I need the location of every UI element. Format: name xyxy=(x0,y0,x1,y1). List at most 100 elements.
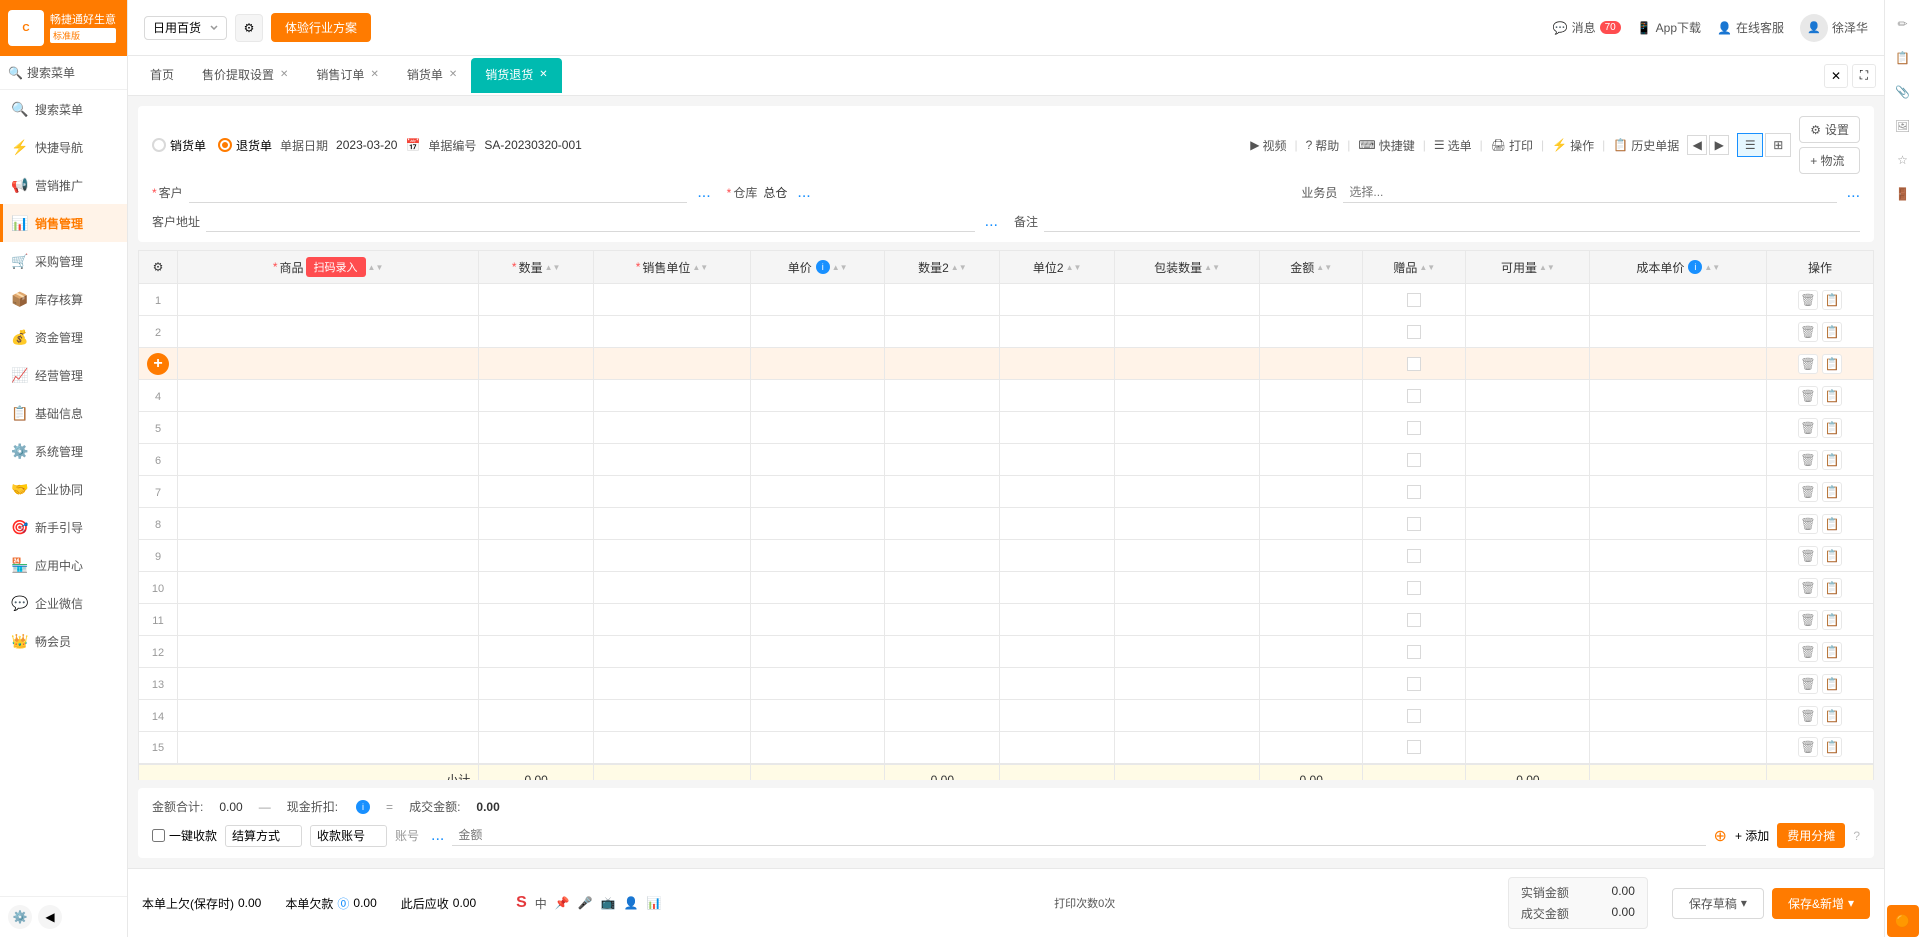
sidebar-item-wechat[interactable]: 💬企业微信 xyxy=(0,584,127,622)
row-qty-10[interactable] xyxy=(479,572,594,604)
row-qty-8[interactable] xyxy=(479,508,594,540)
row-pack-12[interactable] xyxy=(1115,636,1260,668)
delete-row-btn-6[interactable]: 🗑 xyxy=(1798,450,1818,470)
delete-row-btn-12[interactable]: 🗑 xyxy=(1798,642,1818,662)
row-unit2-8[interactable] xyxy=(1000,508,1115,540)
row-gift-12[interactable] xyxy=(1363,636,1466,668)
row-qty2-2[interactable] xyxy=(885,316,1000,348)
radio-delivery[interactable]: 销货单 xyxy=(152,137,206,154)
copy-row-btn-4[interactable]: 📋 xyxy=(1822,386,1842,406)
bottom-tool-zh[interactable]: 中 xyxy=(535,895,547,912)
row-cost-7[interactable] xyxy=(1590,476,1767,508)
row-pack-13[interactable] xyxy=(1115,668,1260,700)
row-unit-10[interactable] xyxy=(594,572,751,604)
row-gift-15[interactable] xyxy=(1363,732,1466,764)
row-qty2-3[interactable] xyxy=(885,348,1000,380)
amount-input[interactable] xyxy=(452,825,1705,846)
row-pack-7[interactable] xyxy=(1115,476,1260,508)
row-amount-11[interactable] xyxy=(1260,604,1363,636)
gift-checkbox-14[interactable] xyxy=(1407,709,1421,723)
row-available-5[interactable] xyxy=(1466,412,1590,444)
radio-return[interactable]: 退货单 xyxy=(218,137,272,154)
sort-arrows-price[interactable]: ▲▼ xyxy=(832,263,848,272)
row-qty-9[interactable] xyxy=(479,540,594,572)
settings-btn[interactable]: ⚙ 设置 xyxy=(1799,116,1860,143)
sort-arrows-unit2[interactable]: ▲▼ xyxy=(1066,263,1082,272)
shortcut-btn[interactable]: ⌨ 快捷键 xyxy=(1358,137,1414,154)
one-click-checkbox[interactable]: 一键收款 xyxy=(152,827,217,844)
row-cost-10[interactable] xyxy=(1590,572,1767,604)
product-input-3[interactable] xyxy=(186,357,470,371)
copy-row-btn-10[interactable]: 📋 xyxy=(1822,578,1842,598)
row-qty2-11[interactable] xyxy=(885,604,1000,636)
row-unit-15[interactable] xyxy=(594,732,751,764)
row-amount-6[interactable] xyxy=(1260,444,1363,476)
gift-checkbox-8[interactable] xyxy=(1407,517,1421,531)
row-unit2-6[interactable] xyxy=(1000,444,1115,476)
row-amount-8[interactable] xyxy=(1260,508,1363,540)
sidebar-item-marketing[interactable]: 📢营销推广 xyxy=(0,166,127,204)
warehouse-ellipsis[interactable]: ... xyxy=(797,185,810,201)
row-gift-14[interactable] xyxy=(1363,700,1466,732)
copy-row-btn-14[interactable]: 📋 xyxy=(1822,706,1842,726)
row-unit-1[interactable] xyxy=(594,284,751,316)
print-btn[interactable]: 🖨 打印 xyxy=(1491,137,1533,154)
row-amount-1[interactable] xyxy=(1260,284,1363,316)
row-qty2-6[interactable] xyxy=(885,444,1000,476)
gift-checkbox-15[interactable] xyxy=(1407,740,1421,754)
sort-arrows-qty[interactable]: ▲▼ xyxy=(545,263,561,272)
row-unit-5[interactable] xyxy=(594,412,751,444)
row-product-14[interactable] xyxy=(178,700,479,732)
gift-checkbox-13[interactable] xyxy=(1407,677,1421,691)
row-price-7[interactable] xyxy=(750,476,885,508)
row-available-3[interactable] xyxy=(1466,348,1590,380)
row-product-5[interactable] xyxy=(178,412,479,444)
user-info[interactable]: 👤 徐泽华 xyxy=(1800,14,1868,42)
price-info-icon[interactable]: i xyxy=(816,260,830,274)
row-unit-6[interactable] xyxy=(594,444,751,476)
row-qty-14[interactable] xyxy=(479,700,594,732)
row-unit2-5[interactable] xyxy=(1000,412,1115,444)
row-product-6[interactable] xyxy=(178,444,479,476)
note-input[interactable] xyxy=(1044,211,1860,232)
history-prev[interactable]: ◀ xyxy=(1687,135,1707,155)
row-amount-13[interactable] xyxy=(1260,668,1363,700)
online-service-btn[interactable]: 👤 在线客服 xyxy=(1717,19,1784,36)
row-pack-14[interactable] xyxy=(1115,700,1260,732)
fee-question-icon[interactable]: ? xyxy=(1853,829,1860,843)
address-ellipsis[interactable]: ... xyxy=(985,214,998,230)
gift-checkbox-10[interactable] xyxy=(1407,581,1421,595)
row-cost-11[interactable] xyxy=(1590,604,1767,636)
row-price-6[interactable] xyxy=(750,444,885,476)
row-unit2-12[interactable] xyxy=(1000,636,1115,668)
sidebar-item-enterprise[interactable]: 🤝企业协同 xyxy=(0,470,127,508)
help-btn[interactable]: ? 帮助 xyxy=(1306,137,1340,154)
float-attach-btn[interactable]: 📎 xyxy=(1887,76,1919,108)
bottom-tool-person[interactable]: 👤 xyxy=(624,896,639,910)
row-product-3[interactable] xyxy=(178,348,479,380)
tab-price-setting[interactable]: 售价提取设置✕ xyxy=(188,58,302,93)
th-settings[interactable]: ⚙ xyxy=(139,251,178,284)
collapse-icon[interactable]: ◀ xyxy=(38,905,62,929)
history-btn[interactable]: 📋 历史单据 xyxy=(1613,137,1679,154)
row-cost-12[interactable] xyxy=(1590,636,1767,668)
row-pack-1[interactable] xyxy=(1115,284,1260,316)
row-price-12[interactable] xyxy=(750,636,885,668)
account-select[interactable]: 收款账号 xyxy=(310,825,387,847)
row-unit2-11[interactable] xyxy=(1000,604,1115,636)
copy-row-btn-1[interactable]: 📋 xyxy=(1822,290,1842,310)
row-gift-13[interactable] xyxy=(1363,668,1466,700)
gift-checkbox-1[interactable] xyxy=(1407,293,1421,307)
copy-row-btn-7[interactable]: 📋 xyxy=(1822,482,1842,502)
row-price-5[interactable] xyxy=(750,412,885,444)
row-gift-11[interactable] xyxy=(1363,604,1466,636)
row-cost-6[interactable] xyxy=(1590,444,1767,476)
row-available-1[interactable] xyxy=(1466,284,1590,316)
current-due-circle[interactable]: ⓪ xyxy=(337,895,349,912)
row-available-7[interactable] xyxy=(1466,476,1590,508)
topbar-gear-btn[interactable]: ⚙ xyxy=(235,14,263,42)
copy-row-btn-5[interactable]: 📋 xyxy=(1822,418,1842,438)
row-product-1[interactable] xyxy=(178,284,479,316)
float-img-btn[interactable]: 🖼 xyxy=(1887,110,1919,142)
row-unit-9[interactable] xyxy=(594,540,751,572)
